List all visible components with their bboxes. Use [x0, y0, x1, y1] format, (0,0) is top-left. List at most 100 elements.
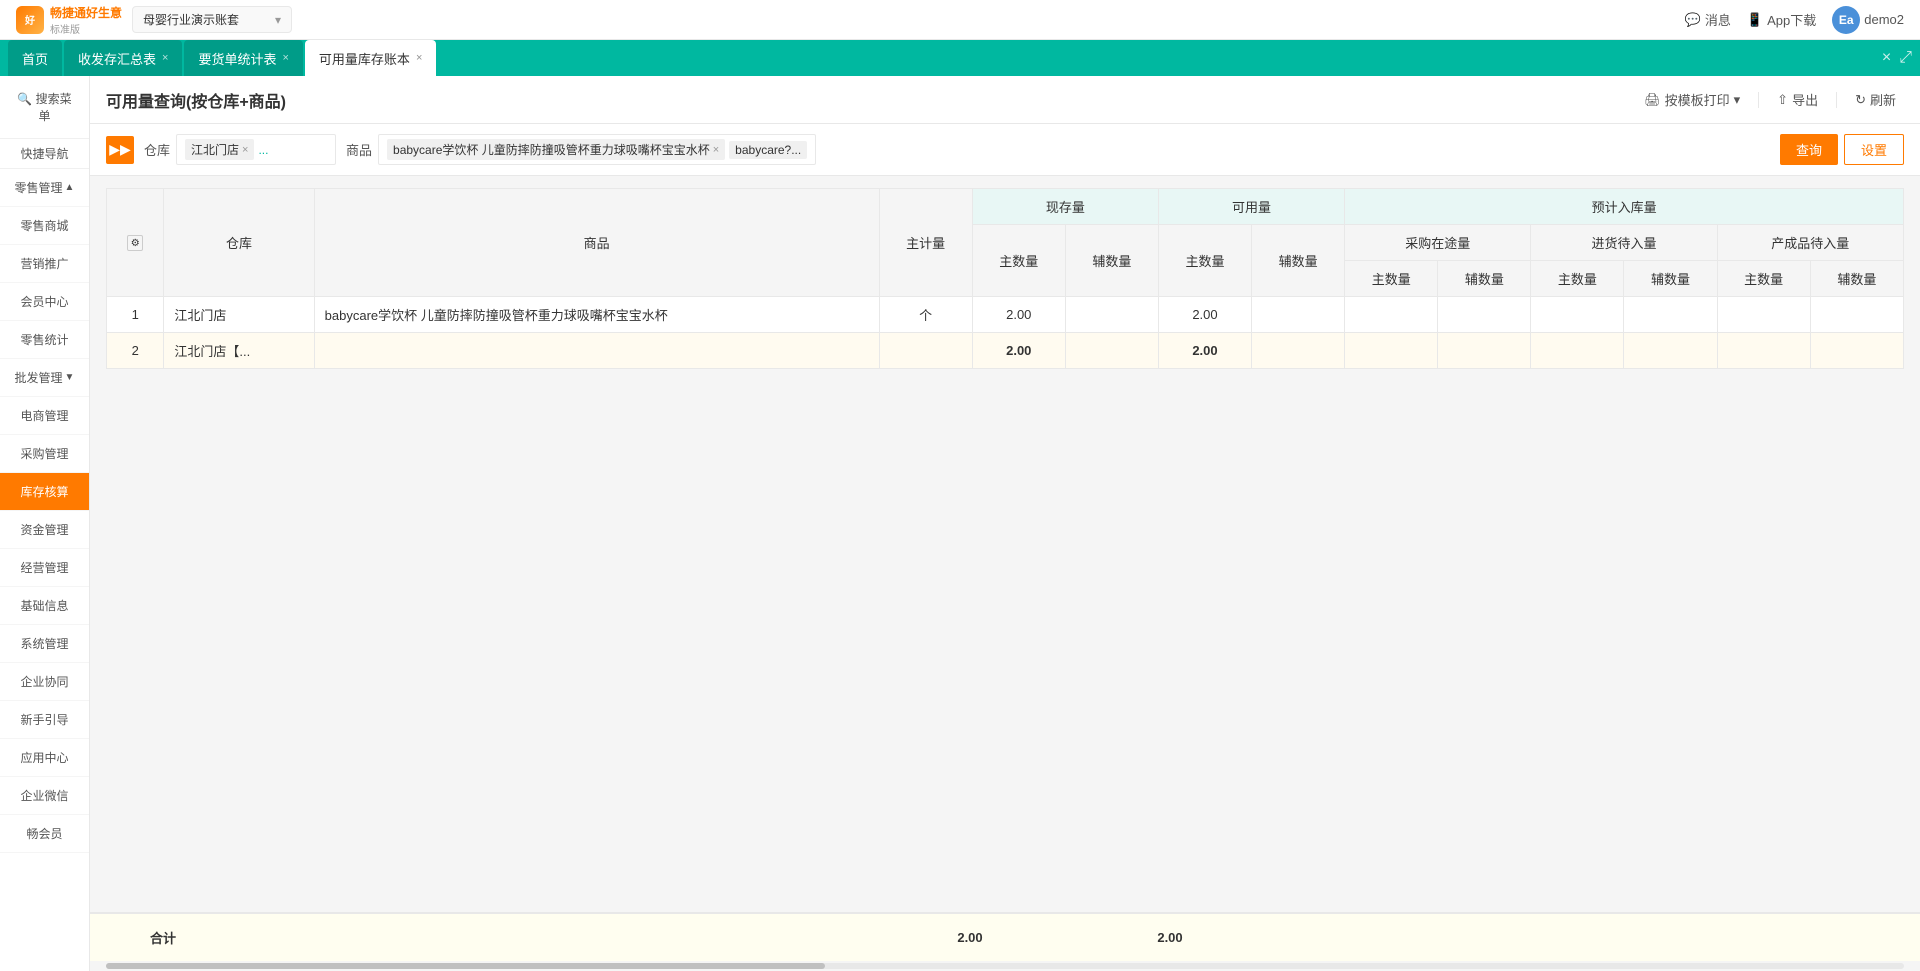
th-stock-sub: 辅数量	[1065, 225, 1158, 297]
data-table: ⚙ 仓库 商品 主计量 现存量 可用量 预计入库量 主数量 辅数量 主数量 辅数…	[106, 188, 1904, 369]
tab-available-stock[interactable]: 可用量库存账本 ×	[305, 40, 436, 76]
table-row: 1 江北门店 babycare学饮杯 儿童防摔防撞吸管杯重力球吸嘴杯宝宝水杯 个…	[107, 297, 1904, 333]
warehouse-input[interactable]: 江北门店 × ...	[176, 134, 336, 165]
tabbar-actions: × ⤢	[1882, 49, 1912, 67]
cell-pur-sub	[1438, 333, 1531, 369]
export-icon: ⇧	[1777, 92, 1788, 108]
cell-inb-main	[1531, 297, 1624, 333]
cell-inb-sub	[1624, 297, 1717, 333]
sidebar-quicknav[interactable]: 快捷导航	[0, 139, 89, 169]
th-avail-main: 主数量	[1158, 225, 1251, 297]
cell-product	[314, 333, 879, 369]
th-settings: ⚙	[107, 189, 164, 297]
sidebar: 🔍 搜索菜单 快捷导航 零售管理 ▲ 零售商城 营销推广 会员中心 零售统计 批…	[0, 76, 90, 971]
tab-close-available-stock[interactable]: ×	[416, 52, 422, 64]
scroll-thumb[interactable]	[106, 963, 825, 969]
cell-pro-sub	[1810, 297, 1903, 333]
warehouse-tag-close[interactable]: ×	[242, 144, 248, 156]
product-tag1-close[interactable]: ×	[713, 144, 719, 156]
scroll-track	[106, 963, 1904, 969]
topbar: 好 畅捷通好生意 标准版 母婴行业演示账套 ▾ 💬 消息 📱 App下载 Ea …	[0, 0, 1920, 40]
tab-close-order-stats[interactable]: ×	[282, 52, 288, 64]
cell-pur-main	[1345, 333, 1438, 369]
product-tag2: babycare?...	[729, 141, 807, 159]
sidebar-item-membership[interactable]: 畅会员	[0, 815, 89, 853]
horizontal-scrollbar[interactable]	[90, 961, 1920, 971]
warehouse-tag: 江北门店 ×	[185, 139, 254, 160]
product-input[interactable]: babycare学饮杯 儿童防摔防撞吸管杯重力球吸嘴杯宝宝水杯 × babyca…	[378, 134, 816, 165]
chevron-down-icon: ▾	[275, 13, 281, 27]
refresh-btn[interactable]: ↻ 刷新	[1847, 86, 1904, 113]
print-btn[interactable]: 🖨 按模板打印 ▾	[1636, 86, 1748, 113]
cell-pro-main	[1717, 333, 1810, 369]
main-layout: 🔍 搜索菜单 快捷导航 零售管理 ▲ 零售商城 营销推广 会员中心 零售统计 批…	[0, 76, 1920, 971]
app-download-btn[interactable]: 📱 App下载	[1747, 10, 1816, 29]
th-purchase-group: 采购在途量	[1345, 225, 1531, 261]
th-unit: 主计量	[879, 189, 972, 297]
sidebar-item-member[interactable]: 会员中心	[0, 283, 89, 321]
sidebar-item-system[interactable]: 系统管理	[0, 625, 89, 663]
sidebar-item-enterprise[interactable]: 企业协同	[0, 663, 89, 701]
th-product: 商品	[314, 189, 879, 297]
export-btn[interactable]: ⇧ 导出	[1769, 86, 1826, 113]
sidebar-item-inventory[interactable]: 库存核算	[0, 473, 89, 511]
content-area: 可用量查询(按仓库+商品) 🖨 按模板打印 ▾ ⇧ 导出 ↻ 刷新	[90, 76, 1920, 971]
message-btn[interactable]: 💬 消息	[1685, 10, 1731, 29]
setting-button[interactable]: 设置	[1844, 134, 1904, 165]
footer-label: 合计	[140, 922, 240, 953]
filter-actions: 查询 设置	[1780, 134, 1904, 165]
sidebar-item-retail-mall[interactable]: 零售商城	[0, 207, 89, 245]
chevron-icon: ▲	[65, 182, 75, 193]
logo-text: 畅捷通好生意 标准版	[50, 4, 122, 36]
product-tag1: babycare学饮杯 儿童防摔防撞吸管杯重力球吸嘴杯宝宝水杯 ×	[387, 139, 725, 160]
sidebar-item-wholesale-mgmt[interactable]: 批发管理 ▼	[0, 359, 89, 397]
filter-expand-btn[interactable]: ▶▶	[106, 136, 134, 164]
search-menu-btn[interactable]: 🔍 搜索菜单	[8, 86, 81, 128]
cell-unit	[879, 333, 972, 369]
expand-tab-btn[interactable]: ⤢	[1899, 49, 1912, 67]
message-icon: 💬	[1685, 12, 1701, 28]
topbar-left: 好 畅捷通好生意 标准版 母婴行业演示账套 ▾	[16, 4, 292, 36]
cell-inb-main	[1531, 333, 1624, 369]
table-row: 2 江北门店【... 2.00 2.00	[107, 333, 1904, 369]
sidebar-item-retail-stats[interactable]: 零售统计	[0, 321, 89, 359]
sidebar-item-marketing[interactable]: 营销推广	[0, 245, 89, 283]
th-available-group: 可用量	[1158, 189, 1344, 225]
user-profile[interactable]: Ea demo2	[1832, 6, 1904, 34]
th-pro-main: 主数量	[1717, 261, 1810, 297]
close-tab-btn[interactable]: ×	[1882, 49, 1891, 67]
sidebar-item-finance[interactable]: 资金管理	[0, 511, 89, 549]
warehouse-label: 仓库	[144, 140, 170, 159]
sidebar-item-basic-info[interactable]: 基础信息	[0, 587, 89, 625]
th-inbound-group: 进货待入量	[1531, 225, 1717, 261]
sidebar-item-retail-mgmt[interactable]: 零售管理 ▲	[0, 169, 89, 207]
sidebar-item-newbie[interactable]: 新手引导	[0, 701, 89, 739]
warehouse-more[interactable]: ...	[258, 143, 268, 157]
cell-product: babycare学饮杯 儿童防摔防撞吸管杯重力球吸嘴杯宝宝水杯	[314, 297, 879, 333]
cell-unit: 个	[879, 297, 972, 333]
th-stock-main: 主数量	[972, 225, 1065, 297]
th-warehouse: 仓库	[164, 189, 314, 297]
tab-order-stats[interactable]: 要货单统计表 ×	[184, 40, 302, 76]
th-pur-sub: 辅数量	[1438, 261, 1531, 297]
tab-stock-summary[interactable]: 收发存汇总表 ×	[64, 40, 182, 76]
cell-stock-main: 2.00	[972, 333, 1065, 369]
product-label: 商品	[346, 140, 372, 159]
query-button[interactable]: 查询	[1780, 134, 1838, 165]
th-inb-main: 主数量	[1531, 261, 1624, 297]
cell-pro-main	[1717, 297, 1810, 333]
column-settings-icon[interactable]: ⚙	[127, 235, 143, 251]
company-selector[interactable]: 母婴行业演示账套 ▾	[132, 6, 292, 33]
divider2	[1836, 92, 1837, 108]
sidebar-item-ecommerce[interactable]: 电商管理	[0, 397, 89, 435]
sidebar-item-app-center[interactable]: 应用中心	[0, 739, 89, 777]
sidebar-item-operations[interactable]: 经营管理	[0, 549, 89, 587]
tab-close-stock-summary[interactable]: ×	[162, 52, 168, 64]
logo: 好 畅捷通好生意 标准版	[16, 4, 122, 36]
cell-stock-sub	[1065, 297, 1158, 333]
sidebar-item-wechat-work[interactable]: 企业微信	[0, 777, 89, 815]
sidebar-item-purchase[interactable]: 采购管理	[0, 435, 89, 473]
product-filter-group: 商品 babycare学饮杯 儿童防摔防撞吸管杯重力球吸嘴杯宝宝水杯 × bab…	[346, 134, 816, 165]
tab-home[interactable]: 首页	[8, 40, 62, 76]
th-production-group: 产成品待入量	[1717, 225, 1903, 261]
